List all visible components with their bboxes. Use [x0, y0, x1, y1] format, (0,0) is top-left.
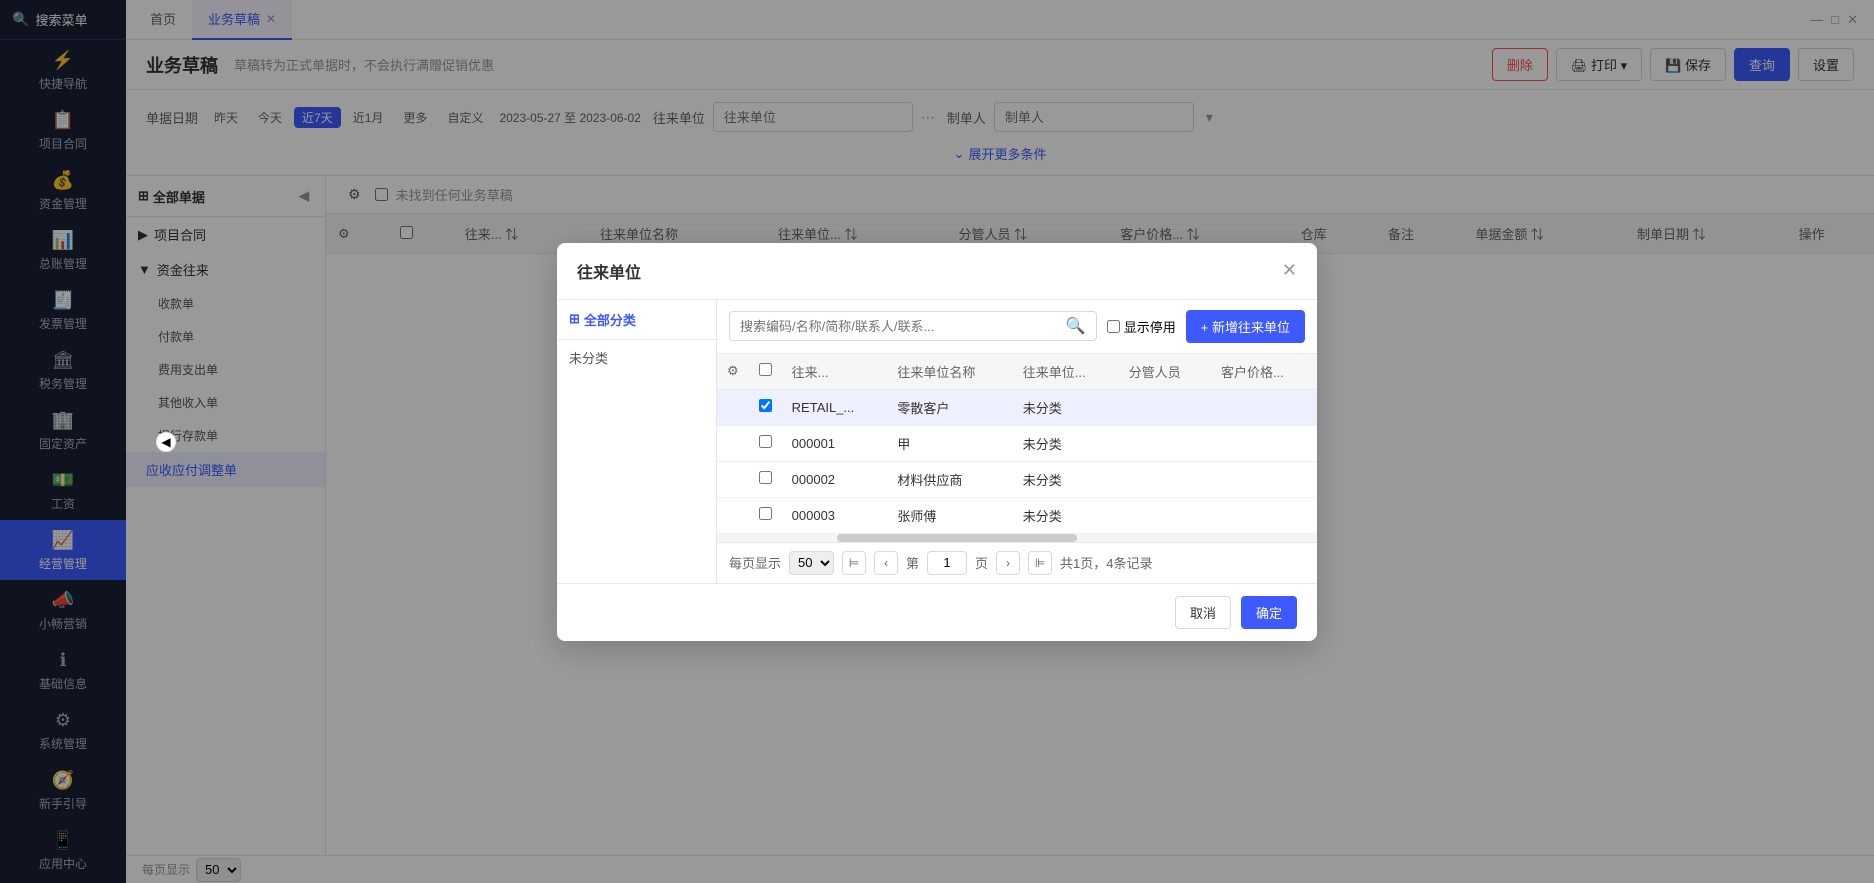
modal-row4-checkbox[interactable]	[749, 497, 782, 533]
modal-col-settings: ⚙	[717, 354, 749, 390]
modal-table-row-2[interactable]: 000001 甲 未分类	[717, 425, 1317, 461]
modal-header: 往来单位 ✕	[557, 243, 1317, 300]
modal-row1-checkbox[interactable]	[749, 389, 782, 425]
modal-search-icon[interactable]: 🔍	[1066, 316, 1086, 336]
modal-col-category[interactable]: 往来单位...	[1013, 354, 1119, 390]
modal-col-name[interactable]: 往来单位名称	[887, 354, 1012, 390]
modal-right-panel: 🔍 显示停用 + 新增往来单位 ⚙	[717, 300, 1317, 583]
total-label: 共1页，4条记录	[1060, 553, 1152, 572]
modal-row4-price	[1211, 497, 1317, 533]
modal-title: 往来单位	[577, 259, 641, 283]
modal-category-unclassified[interactable]: 未分类	[557, 340, 716, 375]
cancel-button[interactable]: 取消	[1175, 596, 1231, 629]
modal-header-checkbox[interactable]	[759, 363, 772, 376]
modal-scrollbar-track	[717, 534, 1317, 542]
modal-row4-manager	[1119, 497, 1211, 533]
modal-row1-name: 零散客户	[887, 389, 1012, 425]
modal-pagination: 每页显示 50 ⊨ ‹ 第 页 › ⊫ 共1页，4条记录	[717, 542, 1317, 583]
modal-toolbar: 🔍 显示停用 + 新增往来单位	[717, 300, 1317, 354]
modal-row1-category: 未分类	[1013, 389, 1119, 425]
modal-row3-checkbox[interactable]	[749, 461, 782, 497]
modal-row3-manager	[1119, 461, 1211, 497]
modal-row2-settings	[717, 425, 749, 461]
modal-row2-category: 未分类	[1013, 425, 1119, 461]
modal-table-wrap: ⚙ 往来... 往来单位名称 往来单位... 分管人员 客户价格...	[717, 354, 1317, 534]
modal-row3-code: 000002	[782, 461, 888, 497]
modal-table-row-4[interactable]: 000003 张师傅 未分类	[717, 497, 1317, 533]
modal-close-icon[interactable]: ✕	[1282, 260, 1297, 281]
modal-row2-name: 甲	[887, 425, 1012, 461]
modal-dialog: 往来单位 ✕ ⊞ 全部分类 未分类 ◀	[557, 243, 1317, 641]
modal-body: ⊞ 全部分类 未分类 ◀ 🔍	[557, 300, 1317, 583]
modal-row2-checkbox[interactable]	[749, 425, 782, 461]
confirm-button[interactable]: 确定	[1241, 596, 1297, 629]
modal-scrollbar-thumb[interactable]	[837, 534, 1077, 542]
page-next-btn[interactable]: ›	[996, 551, 1020, 575]
modal-col-code[interactable]: 往来...	[782, 354, 888, 390]
modal-row3-name: 材料供应商	[887, 461, 1012, 497]
modal-table-row-1[interactable]: RETAIL_... 零散客户 未分类	[717, 389, 1317, 425]
modal-row1-code: RETAIL_...	[782, 389, 888, 425]
modal-row4-name: 张师傅	[887, 497, 1012, 533]
modal-search-input[interactable]	[740, 319, 1060, 334]
modal-col-manager[interactable]: 分管人员	[1119, 354, 1211, 390]
page-number-input[interactable]	[927, 551, 967, 575]
per-page-select[interactable]: 50	[789, 551, 834, 575]
modal-row4-code: 000003	[782, 497, 888, 533]
modal-category-unclassified-label: 未分类	[569, 351, 608, 366]
modal-row3-settings	[717, 461, 749, 497]
per-page-label: 每页显示	[729, 553, 781, 572]
modal-search-box[interactable]: 🔍	[729, 311, 1097, 341]
page-first-btn[interactable]: ⊨	[842, 551, 866, 575]
modal-table-header-row: ⚙ 往来... 往来单位名称 往来单位... 分管人员 客户价格...	[717, 354, 1317, 390]
modal-row1-manager	[1119, 389, 1211, 425]
page-suffix-label: 页	[975, 553, 988, 572]
modal-row4-category: 未分类	[1013, 497, 1119, 533]
show-disabled-label: 显示停用	[1124, 317, 1176, 336]
add-partner-button[interactable]: + 新增往来单位	[1186, 310, 1305, 343]
modal-table: ⚙ 往来... 往来单位名称 往来单位... 分管人员 客户价格...	[717, 354, 1317, 534]
modal-col-checkbox	[749, 354, 782, 390]
modal-table-row-3[interactable]: 000002 材料供应商 未分类	[717, 461, 1317, 497]
page-number-label: 第	[906, 553, 919, 572]
modal-row4-settings	[717, 497, 749, 533]
modal-row2-code: 000001	[782, 425, 888, 461]
modal-row3-category: 未分类	[1013, 461, 1119, 497]
modal-footer: 取消 确定	[557, 583, 1317, 641]
modal-left-header-label: 全部分类	[584, 310, 636, 329]
modal-row2-price	[1211, 425, 1317, 461]
modal-row2-manager	[1119, 425, 1211, 461]
modal-left-panel: ⊞ 全部分类 未分类 ◀	[557, 300, 717, 583]
modal-table-body: RETAIL_... 零散客户 未分类 000001 甲	[717, 389, 1317, 533]
show-disabled-checkbox[interactable]	[1107, 320, 1120, 333]
modal-overlay[interactable]: 往来单位 ✕ ⊞ 全部分类 未分类 ◀	[0, 0, 1874, 883]
page-last-btn[interactable]: ⊫	[1028, 551, 1052, 575]
modal-row1-settings	[717, 389, 749, 425]
modal-row3-price	[1211, 461, 1317, 497]
modal-show-disabled-group: 显示停用	[1107, 317, 1176, 336]
modal-col-price[interactable]: 客户价格...	[1211, 354, 1317, 390]
category-icon: ⊞	[569, 311, 580, 327]
page-prev-btn[interactable]: ‹	[874, 551, 898, 575]
modal-row1-price	[1211, 389, 1317, 425]
modal-left-header[interactable]: ⊞ 全部分类	[557, 300, 716, 340]
